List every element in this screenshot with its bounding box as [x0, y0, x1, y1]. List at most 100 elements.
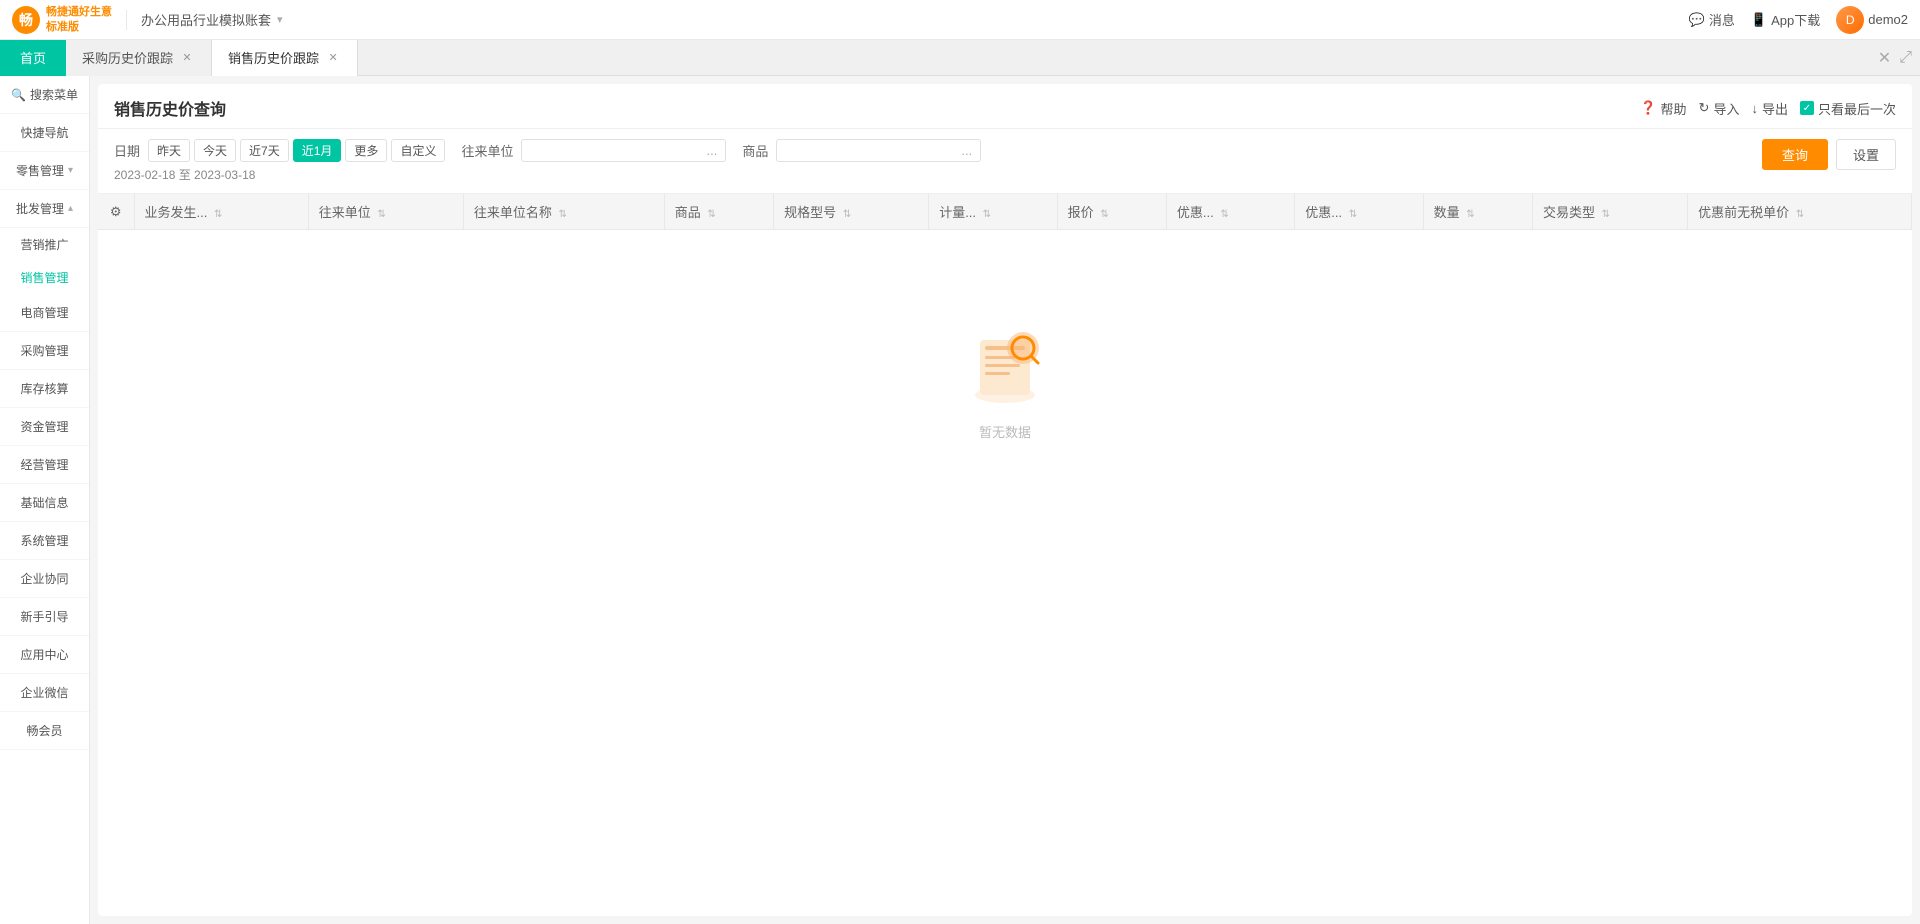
workspace-label: 办公用品行业模拟账套 [141, 10, 271, 29]
product-input[interactable] [785, 143, 961, 158]
th-pre-tax-price[interactable]: 优惠前无税单价 ⇅ [1688, 194, 1912, 230]
sidebar-quick-nav-label: 快捷导航 [20, 124, 68, 141]
workspace-selector[interactable]: 办公用品行业模拟账套 ▾ [141, 10, 283, 29]
sidebar-basic-info-label: 基础信息 [20, 494, 68, 511]
th-quote[interactable]: 报价 ⇅ [1057, 194, 1166, 230]
sidebar-inventory-label: 库存核算 [20, 380, 68, 397]
export-btn[interactable]: ↓ 导出 [1751, 99, 1788, 118]
sidebar-retail-label: 零售管理 [16, 162, 64, 179]
th-business-date[interactable]: 业务发生... ⇅ [134, 194, 308, 230]
th-product[interactable]: 商品 ⇅ [664, 194, 773, 230]
only-last-checkbox-wrap[interactable]: ✓ 只看最后一次 [1800, 99, 1896, 118]
app-download-btn[interactable]: 📱 App下载 [1751, 10, 1820, 29]
date-btn-yesterday[interactable]: 昨天 [148, 139, 190, 162]
date-buttons: 昨天 今天 近7天 近1月 更多 自定义 [148, 139, 445, 162]
tab-sales-history[interactable]: 销售历史价跟踪 ✕ [212, 40, 358, 76]
th-unit-label: 计量... [939, 205, 976, 220]
date-btn-custom[interactable]: 自定义 [391, 139, 445, 162]
chevron-up-icon: ▴ [68, 203, 73, 214]
th-discount1[interactable]: 优惠... ⇅ [1166, 194, 1294, 230]
content-area: 销售历史价查询 ❓ 帮助 ↻ 导入 ↓ 导出 ✓ [90, 76, 1920, 924]
message-btn[interactable]: 💬 消息 [1689, 10, 1735, 29]
help-btn[interactable]: ❓ 帮助 [1640, 99, 1686, 118]
close-sales-history-tab[interactable]: ✕ [325, 50, 341, 66]
th-spec[interactable]: 规格型号 ⇅ [774, 194, 929, 230]
date-btn-7days[interactable]: 近7天 [240, 139, 289, 162]
import-label: 导入 [1713, 99, 1739, 118]
empty-illustration [955, 310, 1055, 410]
sidebar-system-label: 系统管理 [20, 532, 68, 549]
th-pre-tax-price-label: 优惠前无税单价 [1698, 205, 1789, 220]
query-button[interactable]: 查询 [1762, 139, 1828, 170]
partner-label: 往来单位 [461, 141, 513, 160]
sidebar-item-system[interactable]: 系统管理 [0, 522, 89, 560]
th-quantity-label: 数量 [1434, 205, 1460, 220]
th-quantity[interactable]: 数量 ⇅ [1423, 194, 1532, 230]
tab-home[interactable]: 首页 [0, 40, 66, 76]
date-btn-1month[interactable]: 近1月 [293, 139, 342, 162]
sidebar-item-purchase[interactable]: 采购管理 [0, 332, 89, 370]
th-partner-name[interactable]: 往来单位名称 ⇅ [463, 194, 664, 230]
tab-purchase-history[interactable]: 采购历史价跟踪 ✕ [66, 40, 212, 76]
user-avatar-btn[interactable]: D demo2 [1836, 6, 1908, 34]
partner-search-icon[interactable]: ... [706, 143, 717, 158]
only-last-checkbox[interactable]: ✓ [1800, 101, 1814, 115]
sidebar-item-new-guide[interactable]: 新手引导 [0, 598, 89, 636]
product-search-icon[interactable]: ... [961, 143, 972, 158]
sidebar-item-marketing[interactable]: 营销推广 [0, 228, 89, 261]
chevron-down-icon: ▾ [68, 165, 73, 176]
th-discount2[interactable]: 优惠... ⇅ [1295, 194, 1423, 230]
tab-purchase-history-label: 采购历史价跟踪 [82, 48, 173, 67]
help-icon: ❓ [1640, 100, 1656, 116]
date-filter-group: 日期 昨天 今天 近7天 近1月 更多 自定义 2023-02-18 至 202… [114, 139, 445, 183]
top-right: 💬 消息 📱 App下载 D demo2 [1689, 6, 1908, 34]
table-header: ⚙ 业务发生... ⇅ 往来单位 ⇅ 往来单位名称 [98, 194, 1912, 230]
sort-icon: ⇅ [707, 209, 715, 220]
date-btn-today[interactable]: 今天 [194, 139, 236, 162]
import-btn[interactable]: ↻ 导入 [1699, 99, 1740, 118]
sidebar-finance-label: 资金管理 [20, 418, 68, 435]
sidebar-item-app-center[interactable]: 应用中心 [0, 636, 89, 674]
sidebar-item-search-menu[interactable]: 🔍 搜索菜单 [0, 76, 89, 114]
th-trade-type-label: 交易类型 [1543, 205, 1595, 220]
sidebar-item-basic-info[interactable]: 基础信息 [0, 484, 89, 522]
date-btn-more[interactable]: 更多 [345, 139, 387, 162]
sort-icon: ⇅ [1349, 209, 1357, 220]
empty-text: 暂无数据 [979, 422, 1031, 441]
sidebar-item-finance[interactable]: 资金管理 [0, 408, 89, 446]
help-label: 帮助 [1661, 99, 1687, 118]
sort-icon: ⇅ [1796, 209, 1804, 220]
sort-icon: ⇅ [983, 209, 991, 220]
sidebar-wholesale-label: 批发管理 [16, 200, 64, 217]
import-icon: ↻ [1699, 100, 1710, 116]
th-unit[interactable]: 计量... ⇅ [929, 194, 1057, 230]
sidebar-sales-mgmt-label: 销售管理 [20, 269, 68, 286]
only-last-label: 只看最后一次 [1818, 99, 1896, 118]
sidebar-enterprise-label: 企业协同 [20, 570, 68, 587]
sidebar-item-operations[interactable]: 经营管理 [0, 446, 89, 484]
product-filter-group: 商品 ... [742, 139, 981, 162]
th-trade-type[interactable]: 交易类型 ⇅ [1532, 194, 1687, 230]
avatar: D [1836, 6, 1864, 34]
settings-button[interactable]: 设置 [1836, 139, 1896, 170]
close-purchase-history-tab[interactable]: ✕ [179, 50, 195, 66]
sidebar-item-ecommerce[interactable]: 电商管理 [0, 294, 89, 332]
th-gear[interactable]: ⚙ [98, 194, 134, 230]
th-discount2-label: 优惠... [1305, 205, 1342, 220]
sidebar-item-sales-mgmt[interactable]: 销售管理 [0, 261, 89, 294]
close-all-tabs-btn[interactable]: ✕ [1878, 48, 1891, 68]
th-partner-code[interactable]: 往来单位 ⇅ [308, 194, 463, 230]
sidebar-item-inventory[interactable]: 库存核算 [0, 370, 89, 408]
date-filter: 日期 昨天 今天 近7天 近1月 更多 自定义 [114, 139, 445, 162]
export-icon: ↓ [1751, 101, 1758, 116]
sidebar-item-member[interactable]: 畅会员 [0, 712, 89, 750]
partner-input[interactable] [530, 143, 706, 158]
sidebar-item-wechat[interactable]: 企业微信 [0, 674, 89, 712]
sidebar-item-retail-mgmt[interactable]: 零售管理 ▾ [0, 152, 89, 190]
sidebar-item-enterprise[interactable]: 企业协同 [0, 560, 89, 598]
sidebar-item-wholesale-mgmt[interactable]: 批发管理 ▴ [0, 190, 89, 228]
logo-text: 畅捷通好生意 标准版 [46, 5, 112, 34]
maximize-btn[interactable]: ⤢ [1899, 49, 1912, 67]
filter-actions: 查询 设置 [1762, 139, 1896, 170]
sidebar-item-quick-nav[interactable]: 快捷导航 [0, 114, 89, 152]
